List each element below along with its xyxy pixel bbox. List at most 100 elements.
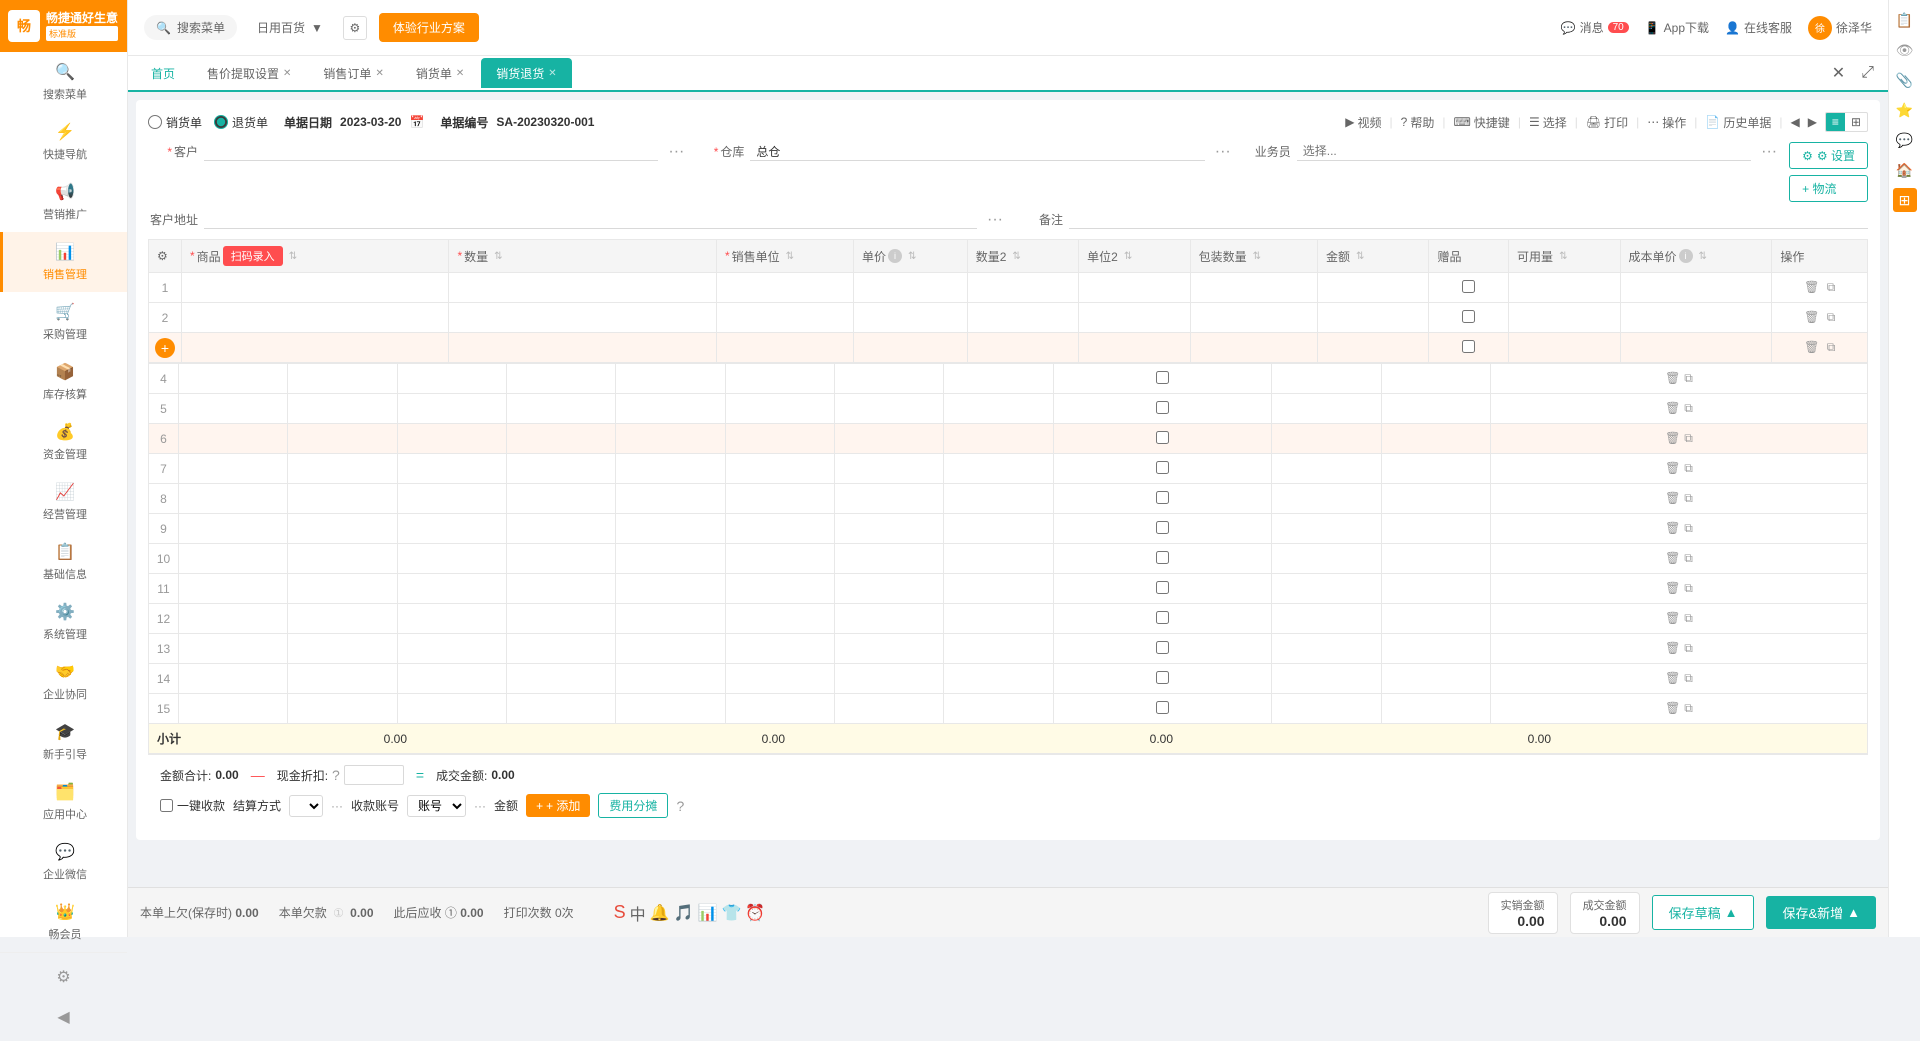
settings-btn[interactable]: ⚙ ⚙ 设置: [1789, 142, 1868, 169]
staff-picker[interactable]: ···: [1761, 143, 1777, 161]
delete-row-11-btn[interactable]: 🗑: [1665, 581, 1680, 595]
settings-gear-btn[interactable]: ⚙: [343, 16, 367, 40]
right-sidebar-btn-3[interactable]: 📎: [1893, 68, 1917, 92]
gift-checkbox-14[interactable]: [1156, 671, 1169, 684]
add-payment-btn[interactable]: + + 添加: [526, 794, 590, 817]
gift-cell-1[interactable]: [1429, 273, 1509, 303]
gift-checkbox-11[interactable]: [1156, 581, 1169, 594]
gift-checkbox-4[interactable]: [1156, 371, 1169, 384]
copy-active-row-btn[interactable]: ⧉: [1827, 340, 1836, 354]
pack-qty-cell-1[interactable]: [1190, 273, 1317, 303]
copy-row-15-btn[interactable]: ⧉: [1684, 701, 1693, 715]
product-sort-icon[interactable]: ⇅: [289, 251, 297, 262]
sidebar-item-inventory[interactable]: 📦 库存核算: [0, 352, 127, 412]
right-sidebar-btn-1[interactable]: 📋: [1893, 8, 1917, 32]
delete-row-4-btn[interactable]: 🗑: [1665, 371, 1680, 385]
customer-input[interactable]: [204, 142, 658, 161]
sidebar-item-marketing[interactable]: 📢 营销推广: [0, 172, 127, 232]
close-tab-btn[interactable]: ✕: [1826, 61, 1851, 85]
taskbar-icon-3[interactable]: 🎵: [674, 903, 694, 923]
action-print[interactable]: 🖨 打印: [1586, 114, 1628, 131]
tab-close-sales-return[interactable]: ✕: [548, 68, 556, 79]
delete-row-12-btn[interactable]: 🗑: [1665, 611, 1680, 625]
action-ops[interactable]: ⋯ 操作: [1647, 114, 1686, 131]
gift-checkbox-6[interactable]: [1156, 431, 1169, 444]
topbar-search[interactable]: 🔍 搜索菜单: [144, 15, 237, 40]
action-help[interactable]: ? 帮助: [1401, 114, 1435, 131]
copy-row-11-btn[interactable]: ⧉: [1684, 581, 1693, 595]
right-sidebar-btn-2[interactable]: 👁: [1893, 38, 1917, 62]
question-mark-icon[interactable]: ?: [332, 767, 340, 783]
topbar-industry-selector[interactable]: 日用百货 ▼: [249, 15, 331, 40]
copy-row-8-btn[interactable]: ⧉: [1684, 491, 1693, 505]
gift-checkbox-1[interactable]: [1462, 280, 1475, 293]
unit-price-sort-icon[interactable]: ⇅: [908, 251, 916, 262]
pack-qty-sort-icon[interactable]: ⇅: [1253, 251, 1261, 262]
unit-price-cell-1[interactable]: [854, 273, 968, 303]
gift-checkbox-active[interactable]: [1462, 340, 1475, 353]
gift-checkbox-8[interactable]: [1156, 491, 1169, 504]
tab-close-price-settings[interactable]: ✕: [283, 68, 291, 79]
radio-return[interactable]: 退货单: [214, 114, 268, 131]
copy-row-1-btn[interactable]: ⧉: [1827, 280, 1836, 294]
taskbar-icon-6[interactable]: ⏰: [745, 903, 765, 923]
tab-close-sales-order[interactable]: ✕: [375, 68, 383, 79]
staff-input[interactable]: [1297, 142, 1751, 161]
unit2-cell-1[interactable]: [1079, 273, 1190, 303]
qty-cell-1[interactable]: [449, 273, 716, 303]
gift-checkbox-12[interactable]: [1156, 611, 1169, 624]
qty-input-1[interactable]: [455, 281, 709, 295]
right-sidebar-btn-6[interactable]: 🏠: [1893, 158, 1917, 182]
sidebar-item-apps[interactable]: 🗂️ 应用中心: [0, 772, 127, 832]
tab-sales-delivery[interactable]: 销货单 ✕: [401, 58, 479, 88]
customer-picker[interactable]: ···: [668, 143, 684, 161]
radio-delivery[interactable]: 销货单: [148, 114, 202, 131]
calendar-icon[interactable]: 📅: [409, 115, 424, 129]
right-sidebar-btn-7[interactable]: ⊞: [1893, 188, 1917, 212]
add-row-btn[interactable]: +: [155, 338, 175, 358]
gear-col-icon[interactable]: ⚙: [157, 249, 168, 263]
tab-home[interactable]: 首页: [136, 58, 190, 88]
sidebar-item-wechat[interactable]: 💬 企业微信: [0, 832, 127, 892]
sidebar-item-finance[interactable]: 💰 资金管理: [0, 412, 127, 472]
delete-row-15-btn[interactable]: 🗑: [1665, 701, 1680, 715]
delete-row-9-btn[interactable]: 🗑: [1665, 521, 1680, 535]
copy-row-6-btn[interactable]: ⧉: [1684, 431, 1693, 445]
save-draft-btn[interactable]: 保存草稿 ▲: [1652, 895, 1755, 930]
gift-checkbox-10[interactable]: [1156, 551, 1169, 564]
discount-input[interactable]: [344, 765, 404, 785]
delete-row-5-btn[interactable]: 🗑: [1665, 401, 1680, 415]
copy-row-7-btn[interactable]: ⧉: [1684, 461, 1693, 475]
history-next-btn[interactable]: ▶: [1808, 115, 1817, 129]
amount-cell-1[interactable]: [1317, 273, 1428, 303]
gift-checkbox-15[interactable]: [1156, 701, 1169, 714]
sidebar-item-sales[interactable]: 📊 销售管理: [0, 232, 127, 292]
copy-row-12-btn[interactable]: ⧉: [1684, 611, 1693, 625]
scan-barcode-btn[interactable]: 扫码录入: [223, 246, 283, 266]
copy-row-14-btn[interactable]: ⧉: [1684, 671, 1693, 685]
tab-sales-order[interactable]: 销售订单 ✕: [308, 58, 398, 88]
logistics-btn[interactable]: + 物流: [1789, 175, 1868, 202]
available-sort-icon[interactable]: ⇅: [1559, 251, 1567, 262]
one-click-pay-checkbox[interactable]: 一键收款: [160, 797, 225, 814]
user-info[interactable]: 徐 徐泽华: [1808, 16, 1872, 40]
copy-row-2-btn[interactable]: ⧉: [1827, 310, 1836, 324]
sidebar-item-enterprise[interactable]: 🤝 企业协同: [0, 652, 127, 712]
amount-sort-icon[interactable]: ⇅: [1356, 251, 1364, 262]
delete-row-1-btn[interactable]: 🗑: [1804, 280, 1819, 294]
remark-input[interactable]: [1069, 210, 1868, 229]
product-input-1[interactable]: [188, 281, 442, 295]
qty2-sort-icon[interactable]: ⇅: [1012, 251, 1020, 262]
sidebar-item-basic[interactable]: 📋 基础信息: [0, 532, 127, 592]
unit2-sort-icon[interactable]: ⇅: [1124, 251, 1132, 262]
app-download-btn[interactable]: 📱 App下载: [1645, 19, 1709, 36]
delete-row-14-btn[interactable]: 🗑: [1665, 671, 1680, 685]
taskbar-s-icon[interactable]: S: [614, 902, 626, 923]
grid-view-btn[interactable]: ≡: [1826, 113, 1845, 131]
split-btn[interactable]: 费用分摊: [598, 793, 668, 818]
action-shortcut[interactable]: ⌨ 快捷键: [1453, 114, 1509, 131]
account-select[interactable]: 账号: [407, 795, 466, 817]
product-cell-1[interactable]: [182, 273, 449, 303]
gift-checkbox-5[interactable]: [1156, 401, 1169, 414]
right-sidebar-btn-4[interactable]: ⭐: [1893, 98, 1917, 122]
